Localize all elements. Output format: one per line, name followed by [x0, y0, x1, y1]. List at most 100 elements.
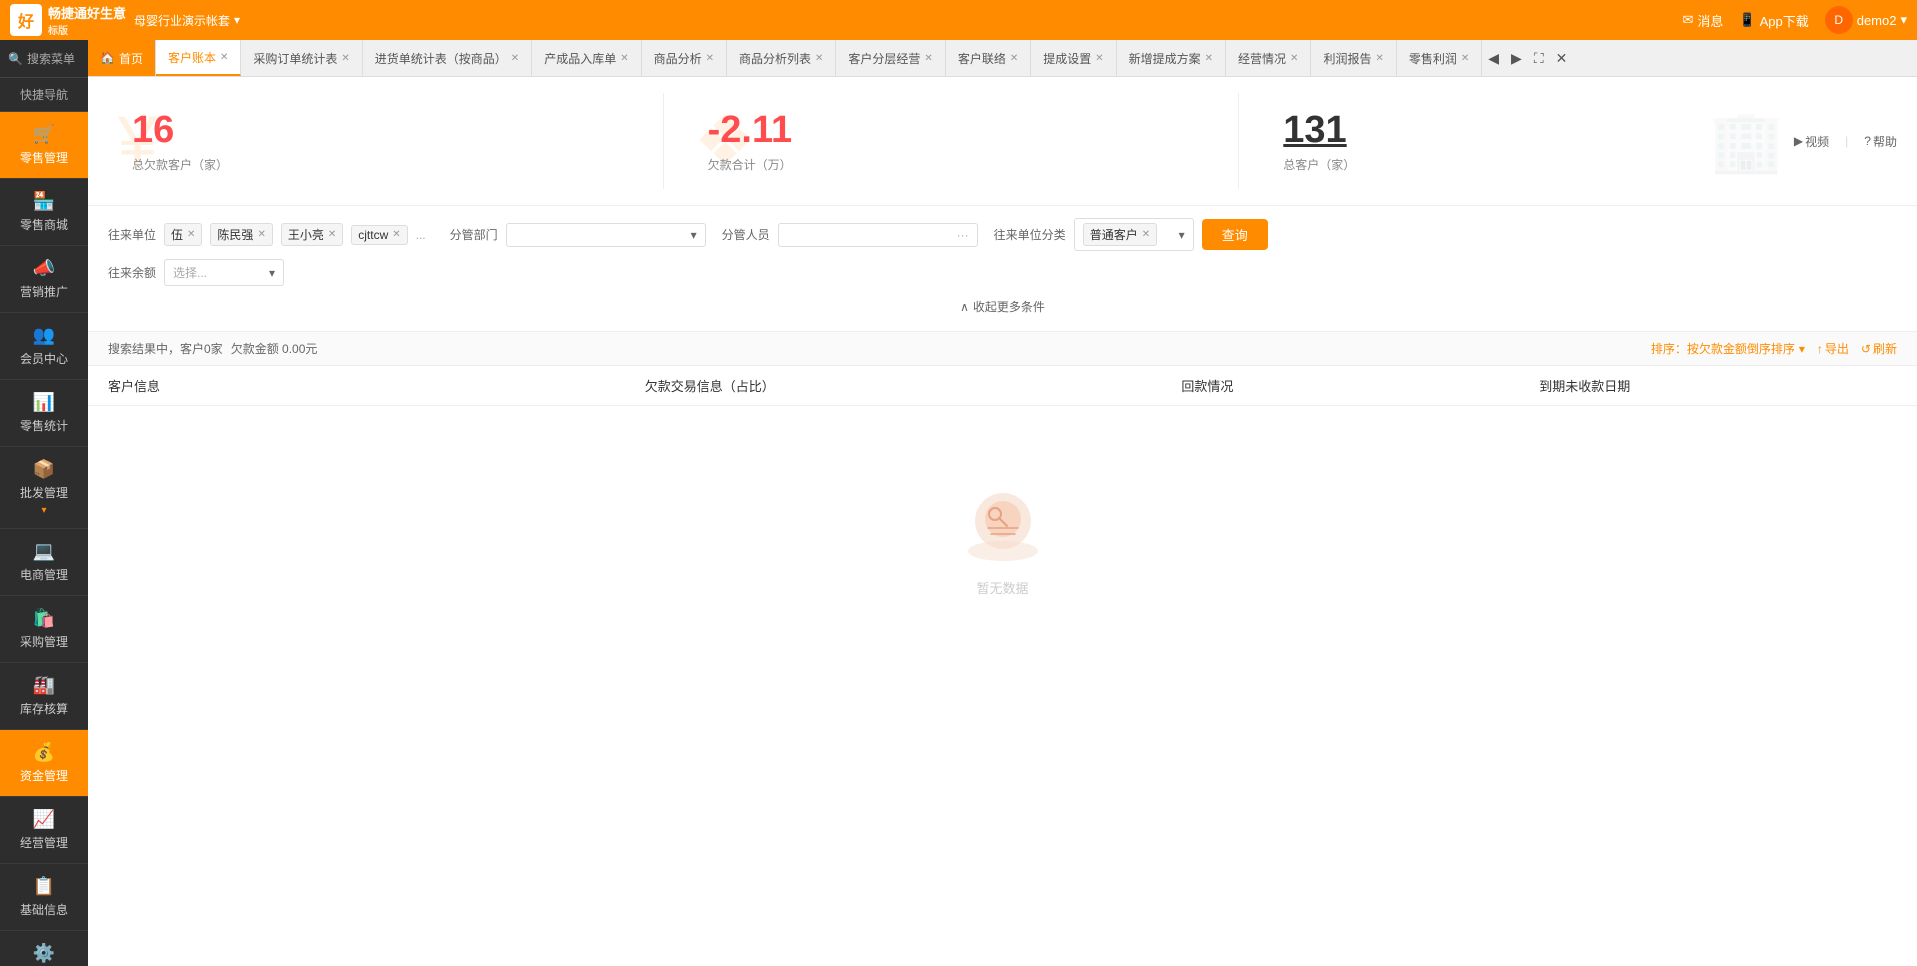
- tab-close-icon[interactable]: ✕: [620, 53, 628, 64]
- col-repayment: 回款情况: [1181, 376, 1539, 395]
- sidebar-item-finance[interactable]: 💰 资金管理: [0, 730, 88, 797]
- tab-purchase-stats[interactable]: 进货单统计表（按商品） ✕: [363, 40, 532, 76]
- filter-row-1: 往来单位 伍 ✕ 陈民强 ✕ 王小亮 ✕: [108, 218, 1897, 251]
- tab-close-icon[interactable]: ✕: [706, 53, 714, 64]
- tab-close-icon[interactable]: ✕: [220, 52, 228, 63]
- tab-close-icon[interactable]: ✕: [815, 53, 823, 64]
- tab-accounts[interactable]: 客户账本 ✕: [156, 40, 241, 76]
- help-btn[interactable]: ? 帮助: [1864, 133, 1897, 150]
- tab-customer-layer[interactable]: 客户分层经营 ✕: [836, 40, 945, 76]
- sort-select[interactable]: 排序：按欠款金额倒序排序 ▾: [1651, 340, 1805, 357]
- stat-value-1: 16: [132, 109, 619, 152]
- sidebar-item-inventory[interactable]: 🏭 库存核算: [0, 663, 88, 730]
- tab-close-icon[interactable]: ✕: [1290, 53, 1298, 64]
- tab-close-icon[interactable]: ✕: [1375, 53, 1383, 64]
- refresh-btn[interactable]: ↺ 刷新: [1861, 340, 1897, 357]
- balance-dropdown-icon: ▾: [269, 266, 275, 280]
- tab-close-icon[interactable]: ✕: [1205, 53, 1213, 64]
- sidebar-item-wholesale[interactable]: 📦 批发管理 ▾: [0, 447, 88, 529]
- query-button[interactable]: 查询: [1202, 219, 1268, 250]
- video-icon: ▶: [1794, 134, 1803, 148]
- stat-total-customers: ¥ 16 总欠款客户（家）: [108, 93, 643, 189]
- tab-prev-btn[interactable]: ◀: [1482, 40, 1505, 76]
- avatar-icon: D: [1825, 6, 1853, 34]
- sidebar: 🔍 搜索菜单 快捷导航 🛒 零售管理 🏪 零售商城 📣 营销推广 👥 会员中心: [0, 40, 88, 966]
- sidebar-item-basics[interactable]: 📋 基础信息: [0, 864, 88, 931]
- stat-total-clients: 🏢 131 总客户（家）: [1259, 93, 1794, 189]
- sidebar-item-retail[interactable]: 🛒 零售管理: [0, 112, 88, 179]
- tab-retail-profit[interactable]: 零售利润 ✕: [1397, 40, 1482, 76]
- sidebar-item-purchase[interactable]: 🛍️ 采购管理: [0, 596, 88, 663]
- tab-product-analysis[interactable]: 商品分析 ✕: [642, 40, 727, 76]
- tab-purchase-order[interactable]: 采购订单统计表 ✕: [241, 40, 362, 76]
- filter-tag-unit-1[interactable]: 伍 ✕: [164, 223, 202, 246]
- tab-customer-contact[interactable]: 客户联络 ✕: [946, 40, 1031, 76]
- retail-icon: 🛒: [33, 124, 55, 145]
- inventory-icon: 🏭: [33, 675, 55, 696]
- tab-close-icon[interactable]: ✕: [341, 53, 349, 64]
- sidebar-item-retail-stats[interactable]: 📊 零售统计: [0, 380, 88, 447]
- tab-new-commission[interactable]: 新增提成方案 ✕: [1117, 40, 1226, 76]
- tab-product-list[interactable]: 商品分析列表 ✕: [727, 40, 836, 76]
- sidebar-item-system[interactable]: ⚙️ 系统管理: [0, 931, 88, 966]
- tab-fullscreen-btn[interactable]: ⛶: [1528, 40, 1550, 76]
- collapse-btn[interactable]: ∧ 收起更多条件: [960, 294, 1045, 319]
- stat-value-2: -2.11: [708, 109, 1195, 152]
- download-icon: 📱: [1739, 12, 1755, 28]
- basics-icon: 📋: [33, 876, 55, 897]
- remove-tag-icon[interactable]: ✕: [328, 229, 336, 240]
- tab-close-icon[interactable]: ✕: [511, 53, 519, 64]
- tab-next-btn[interactable]: ▶: [1505, 40, 1528, 76]
- filter-tag-unit-3[interactable]: 王小亮 ✕: [281, 223, 343, 246]
- tab-close-icon[interactable]: ✕: [924, 53, 932, 64]
- tab-operation[interactable]: 经营情况 ✕: [1226, 40, 1311, 76]
- remove-tag-icon[interactable]: ✕: [187, 229, 195, 240]
- user-avatar[interactable]: D demo2 ▾: [1825, 6, 1907, 34]
- export-btn[interactable]: ↑ 导出: [1817, 340, 1849, 357]
- dept-select[interactable]: ▾: [506, 223, 706, 247]
- divider-2: [1238, 93, 1239, 189]
- sidebar-search[interactable]: 🔍 搜索菜单: [0, 40, 88, 78]
- sidebar-item-retail-mall[interactable]: 🏪 零售商城: [0, 179, 88, 246]
- account-dropdown[interactable]: 母婴行业演示帐套 ▾: [134, 12, 240, 29]
- tab-production[interactable]: 产成品入库单 ✕: [532, 40, 641, 76]
- marketing-icon: 📣: [33, 258, 55, 279]
- tab-close-icon[interactable]: ✕: [1010, 53, 1018, 64]
- remove-tag-icon[interactable]: ✕: [257, 229, 265, 240]
- sidebar-item-member[interactable]: 👥 会员中心: [0, 313, 88, 380]
- sidebar-item-ecommerce[interactable]: 💻 电商管理: [0, 529, 88, 596]
- col-due-date: 到期未收款日期: [1539, 376, 1897, 395]
- category-tag[interactable]: 普通客户 ✕: [1083, 223, 1157, 246]
- tab-home[interactable]: 🏠 首页: [88, 40, 156, 76]
- category-filter-label: 往来单位分类: [994, 226, 1066, 243]
- filter-tag-unit-4[interactable]: cjttcw ✕: [351, 225, 407, 245]
- filter-tag-unit-2[interactable]: 陈民强 ✕: [210, 223, 272, 246]
- ecommerce-icon: 💻: [33, 541, 55, 562]
- tab-close-icon[interactable]: ✕: [1461, 53, 1469, 64]
- chevron-down-icon: ▾: [1900, 12, 1907, 28]
- filter-more-btn[interactable]: ...: [416, 228, 426, 242]
- tab-close-icon[interactable]: ✕: [1095, 53, 1103, 64]
- category-select[interactable]: 普通客户 ✕ ▾: [1074, 218, 1194, 251]
- sidebar-item-operation[interactable]: 📈 经营管理: [0, 797, 88, 864]
- message-btn[interactable]: ✉ 消息: [1682, 11, 1723, 30]
- sidebar-item-marketing[interactable]: 📣 营销推广: [0, 246, 88, 313]
- tab-commission-setting[interactable]: 提成设置 ✕: [1031, 40, 1116, 76]
- home-icon: 🏠: [100, 51, 115, 65]
- top-bar-right: ✉ 消息 📱 App下载 D demo2 ▾: [1682, 6, 1907, 34]
- tab-more-btn[interactable]: ✕: [1550, 40, 1574, 76]
- col-customer-info: 客户信息: [108, 376, 645, 395]
- video-btn[interactable]: ▶ 视频: [1794, 133, 1829, 150]
- dept-filter-label: 分管部门: [450, 226, 498, 243]
- expand-arrow: ▾: [41, 505, 46, 516]
- remove-category-tag-icon[interactable]: ✕: [1142, 229, 1150, 240]
- download-btn[interactable]: 📱 App下载: [1739, 11, 1808, 30]
- balance-select[interactable]: 选择... ▾: [164, 259, 284, 286]
- tab-profit-report[interactable]: 利润报告 ✕: [1311, 40, 1396, 76]
- logo: 好 畅捷通好生意 标版: [10, 3, 126, 37]
- remove-tag-icon[interactable]: ✕: [392, 229, 400, 240]
- sidebar-quick-nav[interactable]: 快捷导航: [0, 78, 88, 112]
- person-select[interactable]: ···: [778, 223, 978, 247]
- chevron-down-icon: ▾: [234, 13, 240, 27]
- stats-right-actions: ▶ 视频 | ? 帮助: [1794, 93, 1897, 189]
